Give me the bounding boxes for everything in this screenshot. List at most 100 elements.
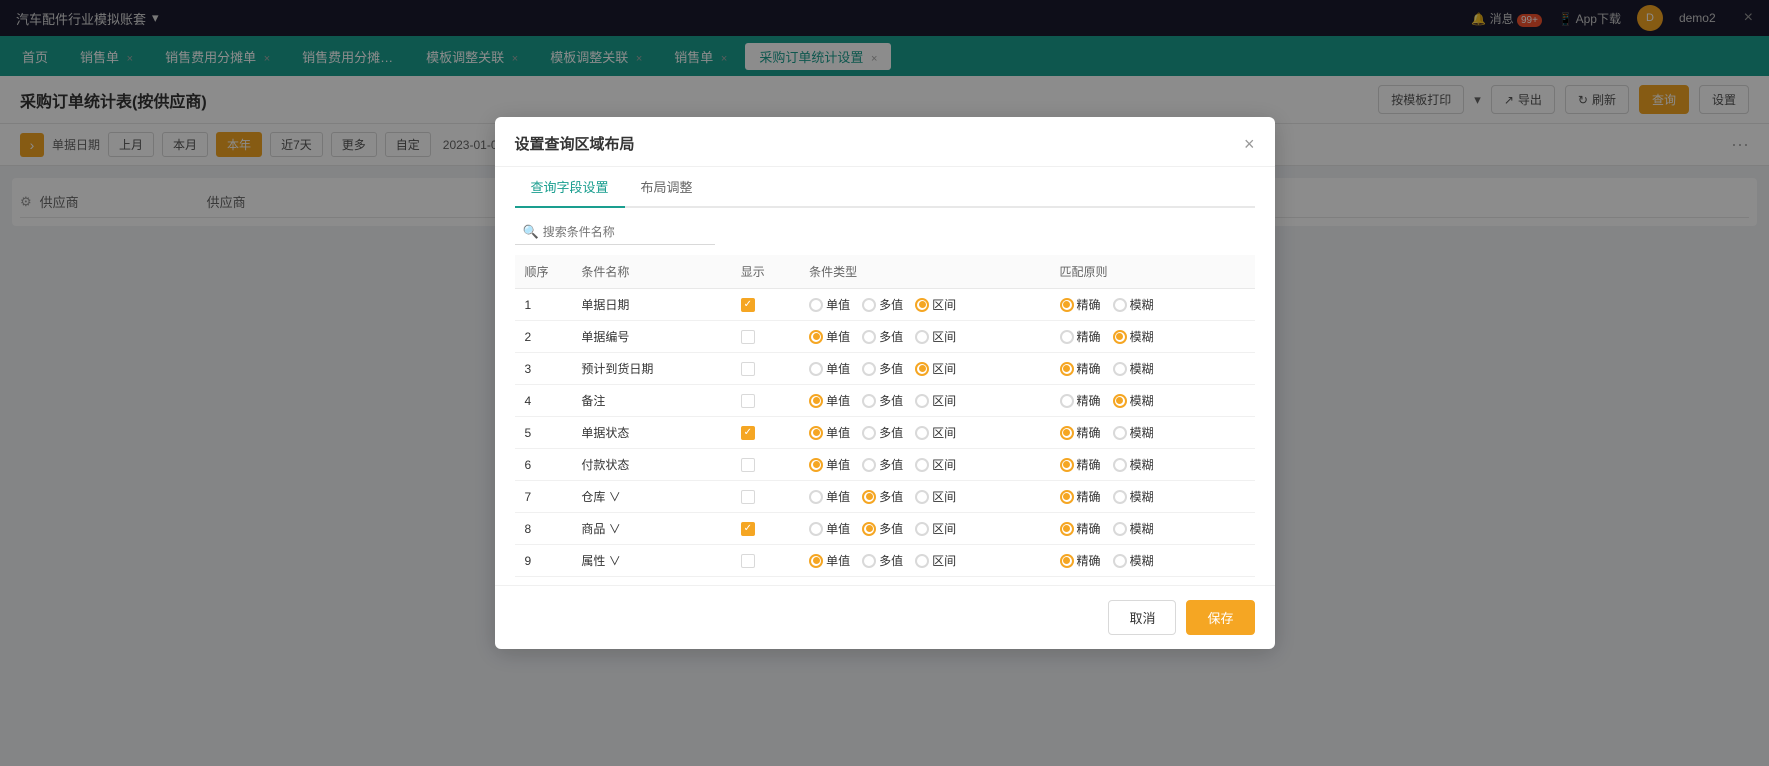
radio-circle: [1060, 330, 1074, 344]
type-radio-item[interactable]: 多值: [862, 488, 903, 505]
radio-circle: [862, 298, 876, 312]
cell-name: 单据日期: [571, 289, 730, 321]
type-radio-item[interactable]: 区间: [915, 424, 956, 441]
match-radio-item[interactable]: 模糊: [1113, 456, 1154, 473]
show-checkbox[interactable]: [741, 490, 755, 504]
modal-tabs: 查询字段设置 布局调整: [515, 167, 1255, 208]
cell-name: 商品 ∨: [571, 513, 730, 545]
type-radio-item[interactable]: 区间: [915, 520, 956, 537]
radio-circle: [862, 426, 876, 440]
show-checkbox[interactable]: ✓: [741, 426, 755, 440]
type-radio-item[interactable]: 区间: [915, 456, 956, 473]
radio-label: 模糊: [1130, 488, 1154, 505]
type-radio-item[interactable]: 多值: [862, 360, 903, 377]
tab-query-fields[interactable]: 查询字段设置: [515, 167, 625, 208]
show-checkbox[interactable]: [741, 554, 755, 568]
radio-label: 单值: [826, 360, 850, 377]
cell-show: [731, 577, 799, 586]
type-radio-item[interactable]: 单值: [809, 296, 850, 313]
cell-type: 单值多值区间: [799, 321, 1049, 353]
radio-circle: [862, 522, 876, 536]
settings-tbody: 1单据日期✓单值多值区间精确模糊2单据编号单值多值区间精确模糊3预计到货日期单值…: [515, 289, 1255, 586]
match-radio-item[interactable]: 精确: [1060, 552, 1101, 569]
radio-label: 模糊: [1130, 296, 1154, 313]
cell-type: 单值多值区间: [799, 577, 1049, 586]
type-radio-item[interactable]: 多值: [862, 392, 903, 409]
radio-circle: [862, 394, 876, 408]
match-radio-item[interactable]: 精确: [1060, 360, 1101, 377]
radio-label: 区间: [932, 488, 956, 505]
type-radio-item[interactable]: 多值: [862, 456, 903, 473]
match-radio-item[interactable]: 精确: [1060, 296, 1101, 313]
type-radio-item[interactable]: 单值: [809, 328, 850, 345]
type-radio-item[interactable]: 单值: [809, 488, 850, 505]
cell-name: 预计到货日期: [571, 353, 730, 385]
cell-match: 精确模糊: [1050, 449, 1255, 481]
match-radio-item[interactable]: 精确: [1060, 424, 1101, 441]
modal-close-button[interactable]: ×: [1244, 135, 1255, 153]
radio-circle: [809, 362, 823, 376]
cell-order: 6: [515, 449, 572, 481]
cell-show: ✓: [731, 513, 799, 545]
match-radio-item[interactable]: 模糊: [1113, 392, 1154, 409]
match-radio-item[interactable]: 模糊: [1113, 424, 1154, 441]
show-checkbox[interactable]: [741, 394, 755, 408]
radio-label: 精确: [1077, 520, 1101, 537]
show-checkbox[interactable]: ✓: [741, 298, 755, 312]
cell-type: 单值多值区间: [799, 289, 1049, 321]
type-radio-item[interactable]: 区间: [915, 392, 956, 409]
show-checkbox[interactable]: [741, 362, 755, 376]
type-radio-item[interactable]: 多值: [862, 520, 903, 537]
type-radio-item[interactable]: 多值: [862, 296, 903, 313]
cell-order: 1: [515, 289, 572, 321]
type-radio-item[interactable]: 单值: [809, 424, 850, 441]
cancel-button[interactable]: 取消: [1108, 600, 1176, 635]
type-radio-item[interactable]: 单值: [809, 456, 850, 473]
radio-circle: [1060, 522, 1074, 536]
radio-circle: [915, 394, 929, 408]
type-radio-item[interactable]: 区间: [915, 488, 956, 505]
show-checkbox[interactable]: ✓: [741, 522, 755, 536]
match-radio-item[interactable]: 模糊: [1113, 520, 1154, 537]
table-row: 3预计到货日期单值多值区间精确模糊: [515, 353, 1255, 385]
cell-name: 付款状态: [571, 449, 730, 481]
match-radio-item[interactable]: 精确: [1060, 328, 1101, 345]
table-row: 7仓库 ∨单值多值区间精确模糊: [515, 481, 1255, 513]
radio-circle: [1113, 490, 1127, 504]
type-radio-item[interactable]: 多值: [862, 552, 903, 569]
type-radio-item[interactable]: 单值: [809, 520, 850, 537]
radio-circle: [809, 394, 823, 408]
radio-circle: [1113, 554, 1127, 568]
type-radio-item[interactable]: 区间: [915, 360, 956, 377]
type-radio-item[interactable]: 多值: [862, 424, 903, 441]
type-radio-item[interactable]: 区间: [915, 296, 956, 313]
tab-layout[interactable]: 布局调整: [625, 167, 709, 208]
match-radio-item[interactable]: 精确: [1060, 392, 1101, 409]
type-radio-item[interactable]: 区间: [915, 328, 956, 345]
radio-circle: [915, 554, 929, 568]
type-radio-item[interactable]: 单值: [809, 392, 850, 409]
save-button[interactable]: 保存: [1186, 600, 1254, 635]
search-input[interactable]: [543, 225, 703, 239]
radio-circle: [1113, 394, 1127, 408]
show-checkbox[interactable]: [741, 330, 755, 344]
match-radio-item[interactable]: 精确: [1060, 488, 1101, 505]
match-radio-item[interactable]: 精确: [1060, 456, 1101, 473]
match-radio-item[interactable]: 模糊: [1113, 360, 1154, 377]
match-radio-item[interactable]: 模糊: [1113, 296, 1154, 313]
show-checkbox[interactable]: [741, 458, 755, 472]
type-radio-item[interactable]: 单值: [809, 360, 850, 377]
type-radio-item[interactable]: 区间: [915, 552, 956, 569]
radio-circle: [862, 554, 876, 568]
radio-circle: [1060, 426, 1074, 440]
radio-label: 单值: [826, 520, 850, 537]
match-radio-item[interactable]: 模糊: [1113, 328, 1154, 345]
match-radio-item[interactable]: 模糊: [1113, 488, 1154, 505]
cell-match: 精确模糊: [1050, 353, 1255, 385]
type-radio-item[interactable]: 多值: [862, 328, 903, 345]
cell-match: 精确模糊: [1050, 385, 1255, 417]
radio-label: 区间: [932, 456, 956, 473]
match-radio-item[interactable]: 模糊: [1113, 552, 1154, 569]
type-radio-item[interactable]: 单值: [809, 552, 850, 569]
match-radio-item[interactable]: 精确: [1060, 520, 1101, 537]
